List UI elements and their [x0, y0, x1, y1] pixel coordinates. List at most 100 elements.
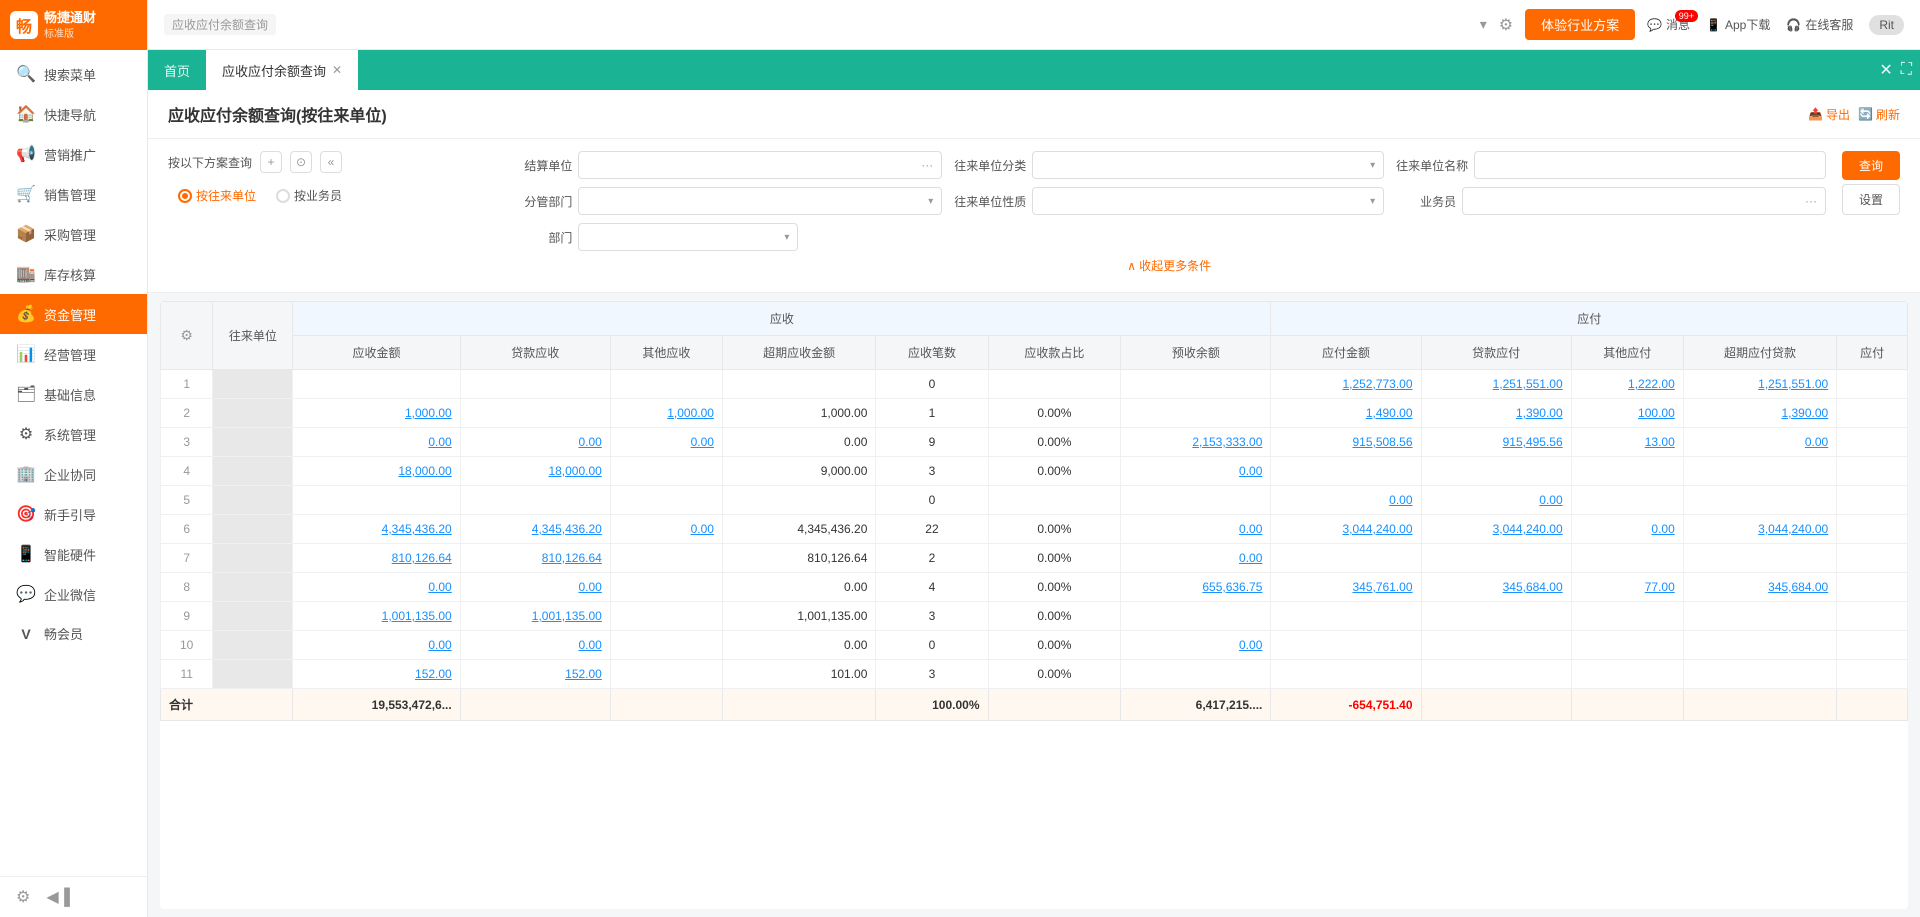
filter-option-by-staff[interactable]: 按业务员: [266, 183, 352, 208]
filter-left: 按以下方案查询 + ⊙ « 按往来单位 按: [168, 151, 496, 208]
service-button[interactable]: 🎧 在线客服: [1786, 16, 1853, 33]
unit-name-input[interactable]: [1474, 151, 1826, 179]
inventory-icon: 🏬: [16, 264, 36, 284]
page-content: 应收应付余额查询(按往来单位) 📤 导出 🔄 刷新: [148, 90, 1920, 917]
table-scroll[interactable]: ⚙ 往来单位 应收 应付 应收金额 贷款应收 其他应收 超期应收金额: [160, 301, 1908, 909]
filter-fields-area: 结算单位 ··· 往来单位分类: [512, 151, 1826, 280]
query-button[interactable]: 查询: [1842, 151, 1900, 180]
dept-manage-label: 分管部门: [512, 193, 572, 210]
tab-close-window-icon[interactable]: ✕: [1879, 60, 1892, 80]
filter-field-settlement: 结算单位 ···: [512, 151, 942, 179]
footer-loan-ar: [460, 689, 610, 721]
salesman-input[interactable]: ···: [1462, 187, 1826, 215]
topbar-dropdown-icon[interactable]: ▾: [1480, 16, 1487, 33]
sidebar-item-operations[interactable]: 📊 经营管理: [0, 334, 147, 374]
th-loan-ap: 贷款应付: [1421, 336, 1571, 370]
sidebar-item-purchase[interactable]: 📦 采购管理: [0, 214, 147, 254]
sidebar-item-label: 系统管理: [44, 425, 96, 444]
collapse-up-icon: ∧: [1127, 259, 1136, 273]
sidebar-item-quick-nav[interactable]: 🏠 快捷导航: [0, 94, 147, 134]
filter-top: 按以下方案查询 + ⊙ «: [168, 151, 496, 173]
logo-sub: 标准版: [44, 25, 96, 40]
th-ar-ratio: 应收款占比: [988, 336, 1121, 370]
filter-field-dept: 部门 ▾: [512, 223, 960, 251]
unit-nature-input[interactable]: ▾: [1032, 187, 1384, 215]
th-loan-ar: 贷款应收: [460, 336, 610, 370]
sidebar-bottom: ⚙ ◀▐: [0, 876, 147, 917]
service-icon: 🎧: [1786, 18, 1801, 32]
plan-button[interactable]: 体验行业方案: [1525, 9, 1635, 40]
filter-field-salesman: 业务员 ···: [1396, 187, 1826, 215]
collapse-button[interactable]: ∧ 收起更多条件: [1127, 257, 1211, 274]
th-settings[interactable]: ⚙: [161, 302, 213, 370]
sidebar-item-finance[interactable]: 💰 资金管理: [0, 294, 147, 334]
tabbar: 首页 应收应付余额查询 ✕ ✕ ⛶: [148, 50, 1920, 90]
topbar-gear-icon[interactable]: ⚙: [1499, 15, 1513, 35]
sidebar-item-sales[interactable]: 🛒 销售管理: [0, 174, 147, 214]
unit-category-input[interactable]: ▾: [1032, 151, 1384, 179]
tab-ar-ap[interactable]: 应收应付余额查询 ✕: [206, 50, 358, 90]
filter-area: 按以下方案查询 + ⊙ « 按往来单位 按: [148, 139, 1920, 293]
sidebar-item-label: 销售管理: [44, 185, 96, 204]
th-group-ar: 应收: [293, 302, 1271, 336]
tab-close-icon[interactable]: ✕: [332, 63, 342, 77]
footer-overdue-ar: [722, 689, 875, 721]
filter-row-1: 结算单位 ··· 往来单位分类: [512, 151, 1826, 179]
sidebar-item-marketing[interactable]: 📢 营销推广: [0, 134, 147, 174]
tab-home[interactable]: 首页: [148, 50, 206, 90]
filter-option-by-unit[interactable]: 按往来单位: [168, 183, 266, 208]
filter-settings-icon[interactable]: ⊙: [290, 151, 312, 173]
sidebar-item-member[interactable]: V 畅会员: [0, 614, 147, 653]
tabbar-right: ✕ ⛶: [1879, 60, 1920, 80]
refresh-button[interactable]: 🔄 刷新: [1858, 106, 1900, 123]
sidebar-item-base-info[interactable]: 🗂 基础信息: [0, 374, 147, 414]
page-actions: 📤 导出 🔄 刷新: [1808, 106, 1900, 123]
salesman-label: 业务员: [1396, 193, 1456, 210]
th-prepay: 预收余额: [1121, 336, 1271, 370]
settings-icon[interactable]: ⚙: [16, 887, 30, 907]
th-unit: 往来单位: [213, 302, 293, 370]
sidebar-item-inventory[interactable]: 🏬 库存核算: [0, 254, 147, 294]
collapse-icon[interactable]: ◀▐: [46, 887, 70, 907]
table-row: 500.000.00: [161, 486, 1908, 515]
export-button[interactable]: 📤 导出: [1808, 106, 1850, 123]
sidebar-item-smart-hw[interactable]: 📱 智能硬件: [0, 534, 147, 574]
th-ap-more: 应付: [1837, 336, 1908, 370]
unit-category-label: 往来单位分类: [954, 157, 1026, 174]
radio-by-staff: [276, 189, 290, 203]
sidebar-item-label: 资金管理: [44, 305, 96, 324]
filter-field-unit-category: 往来单位分类 ▾: [954, 151, 1384, 179]
sidebar-item-enterprise[interactable]: 🏢 企业协同: [0, 454, 147, 494]
sidebar-item-wechat[interactable]: 💬 企业微信: [0, 574, 147, 614]
filter-rows: 结算单位 ··· 往来单位分类: [512, 151, 1826, 251]
breadcrumb-text: 应收应付余额查询: [164, 14, 276, 35]
footer-prepay[interactable]: 6,417,215....: [1121, 689, 1271, 721]
footer-loan-ap: [1421, 689, 1571, 721]
sales-icon: 🛒: [16, 184, 36, 204]
app-download-button[interactable]: 📱 App下载: [1706, 16, 1770, 33]
tab-maximize-icon[interactable]: ⛶: [1901, 61, 1912, 79]
topbar-right: 💬 消息 99+ 📱 App下载 🎧 在线客服 Rit: [1647, 15, 1904, 35]
app-icon: 📱: [1706, 18, 1721, 32]
sidebar-item-guide[interactable]: 🎯 新手引导: [0, 494, 147, 534]
sidebar-item-search-menu[interactable]: 🔍 搜索菜单: [0, 54, 147, 94]
table-settings-icon[interactable]: ⚙: [180, 327, 193, 343]
sidebar-item-label: 库存核算: [44, 265, 96, 284]
msg-badge: 99+: [1675, 10, 1698, 22]
footer-overdue-ap: [1683, 689, 1836, 721]
table-row: 418,000.0018,000.009,000.0030.00%0.00: [161, 457, 1908, 486]
msg-button[interactable]: 💬 消息 99+: [1647, 16, 1690, 33]
user-button[interactable]: Rit: [1869, 15, 1904, 35]
dept-input[interactable]: ▾: [578, 223, 798, 251]
finance-icon: 💰: [16, 304, 36, 324]
footer-ar-amount[interactable]: 19,553,472,6...: [293, 689, 460, 721]
setting-button[interactable]: 设置: [1842, 184, 1900, 215]
settlement-unit-input[interactable]: ···: [578, 151, 942, 179]
sidebar-item-sys-admin[interactable]: ⚙ 系统管理: [0, 414, 147, 454]
msg-icon: 💬: [1647, 18, 1662, 32]
filter-field-unit-nature: 往来单位性质 ▾: [954, 187, 1384, 215]
dept-manage-input[interactable]: ▾: [578, 187, 942, 215]
filter-collapse-icon[interactable]: «: [320, 151, 342, 173]
filter-row-3: 部门 ▾: [512, 223, 1826, 251]
filter-add-icon[interactable]: +: [260, 151, 282, 173]
